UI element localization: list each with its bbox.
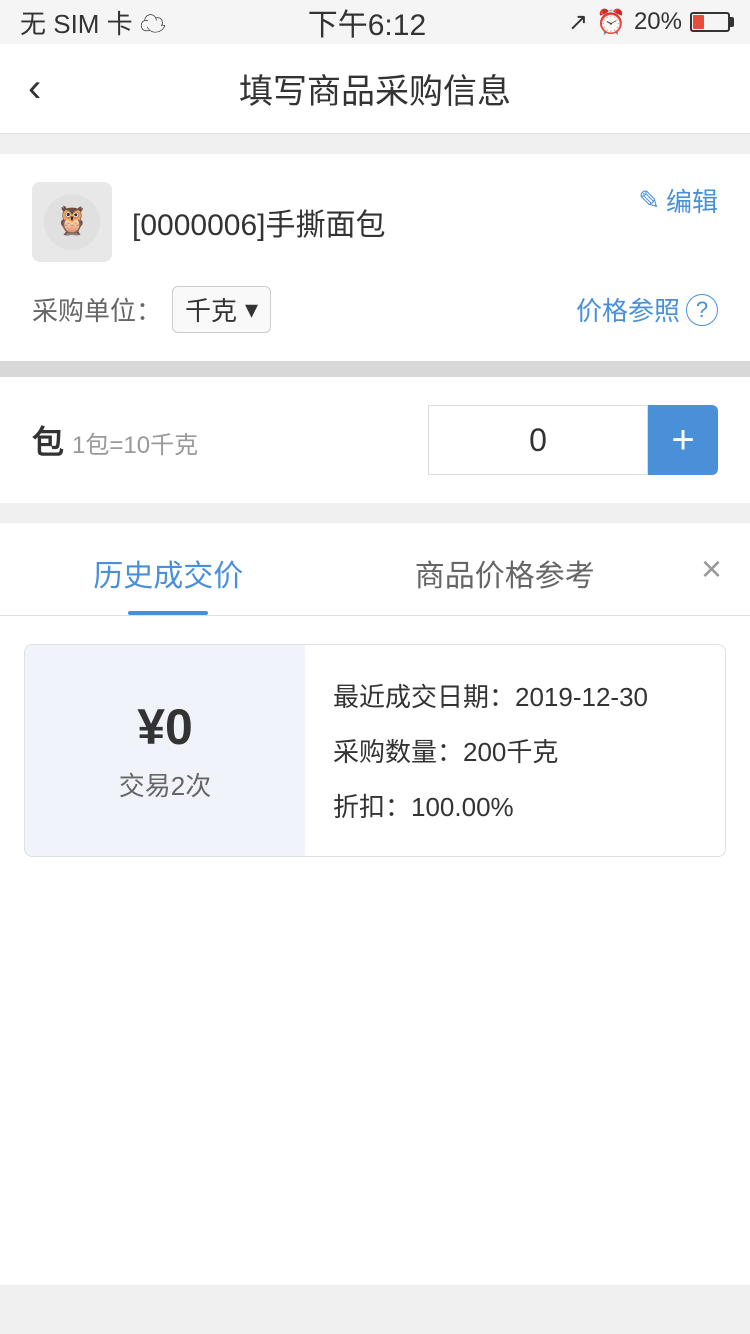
product-name: [0000006]手撕面包 bbox=[132, 200, 385, 244]
package-unit-label: 包 bbox=[32, 417, 64, 463]
status-time: 下午6:12 bbox=[308, 0, 426, 44]
page-title: 填写商品采购信息 bbox=[239, 64, 511, 113]
tab-history-price[interactable]: 历史成交价 bbox=[0, 523, 336, 615]
chevron-down-icon: ▾ bbox=[245, 294, 258, 325]
close-button[interactable]: × bbox=[673, 528, 750, 610]
unit-label: 采购单位： bbox=[32, 291, 162, 328]
history-price-value: ¥0 bbox=[137, 698, 193, 756]
alarm-icon: ⏰ bbox=[596, 8, 626, 37]
sim-status: 无 SIM 卡 ☁ bbox=[20, 4, 166, 41]
recent-date: 最近成交日期：2019-12-30 bbox=[333, 677, 697, 714]
history-price-card: ¥0 交易2次 最近成交日期：2019-12-30 采购数量：200千克 折扣：… bbox=[24, 644, 726, 857]
location-icon: ↗ bbox=[568, 8, 588, 37]
tab-product-price-ref[interactable]: 商品价格参考 bbox=[336, 523, 672, 615]
purchase-quantity: 采购数量：200千克 bbox=[333, 732, 697, 769]
tabs-section: 历史成交价 商品价格参考 × ¥0 交易2次 最近成交日期：2019-12-30… bbox=[0, 523, 750, 1285]
page-background bbox=[0, 885, 750, 1285]
history-price-details: 最近成交日期：2019-12-30 采购数量：200千克 折扣：100.00% bbox=[305, 645, 725, 856]
tabs-header: 历史成交价 商品价格参考 × bbox=[0, 523, 750, 616]
history-price-left: ¥0 交易2次 bbox=[25, 645, 305, 856]
svg-text:🦉: 🦉 bbox=[55, 205, 90, 237]
price-ref-label: 价格参照 bbox=[576, 291, 680, 328]
nav-bar: ‹ 填写商品采购信息 bbox=[0, 44, 750, 134]
edit-label: 编辑 bbox=[666, 182, 718, 219]
unit-value: 千克 bbox=[185, 291, 237, 328]
transaction-count: 交易2次 bbox=[119, 766, 211, 803]
status-bar: 无 SIM 卡 ☁ 下午6:12 ↗ ⏰ 20% bbox=[0, 0, 750, 44]
help-icon: ? bbox=[686, 294, 718, 326]
battery-icon bbox=[690, 12, 730, 32]
section-divider bbox=[0, 361, 750, 377]
quantity-row: 包 1包=10千克 + bbox=[0, 377, 750, 503]
product-image: 🦉 bbox=[32, 182, 112, 262]
unit-select[interactable]: 千克 ▾ bbox=[172, 286, 271, 333]
battery-percent: 20% bbox=[634, 8, 682, 36]
status-left: 无 SIM 卡 ☁ bbox=[20, 4, 166, 41]
edit-button[interactable]: ✎ 编辑 bbox=[638, 182, 718, 219]
status-right: ↗ ⏰ 20% bbox=[568, 8, 730, 37]
quantity-input[interactable] bbox=[428, 405, 648, 475]
back-button[interactable]: ‹ bbox=[28, 66, 41, 111]
quantity-plus-button[interactable]: + bbox=[648, 405, 718, 475]
discount: 折扣：100.00% bbox=[333, 787, 697, 824]
price-ref-button[interactable]: 价格参照 ? bbox=[576, 291, 718, 328]
quantity-control: + bbox=[428, 405, 718, 475]
product-card: 🦉 [0000006]手撕面包 ✎ 编辑 采购单位： 千克 ▾ 价格参照 ? bbox=[0, 154, 750, 361]
edit-icon: ✎ bbox=[638, 185, 660, 216]
package-conversion-note: 1包=10千克 bbox=[72, 425, 198, 460]
